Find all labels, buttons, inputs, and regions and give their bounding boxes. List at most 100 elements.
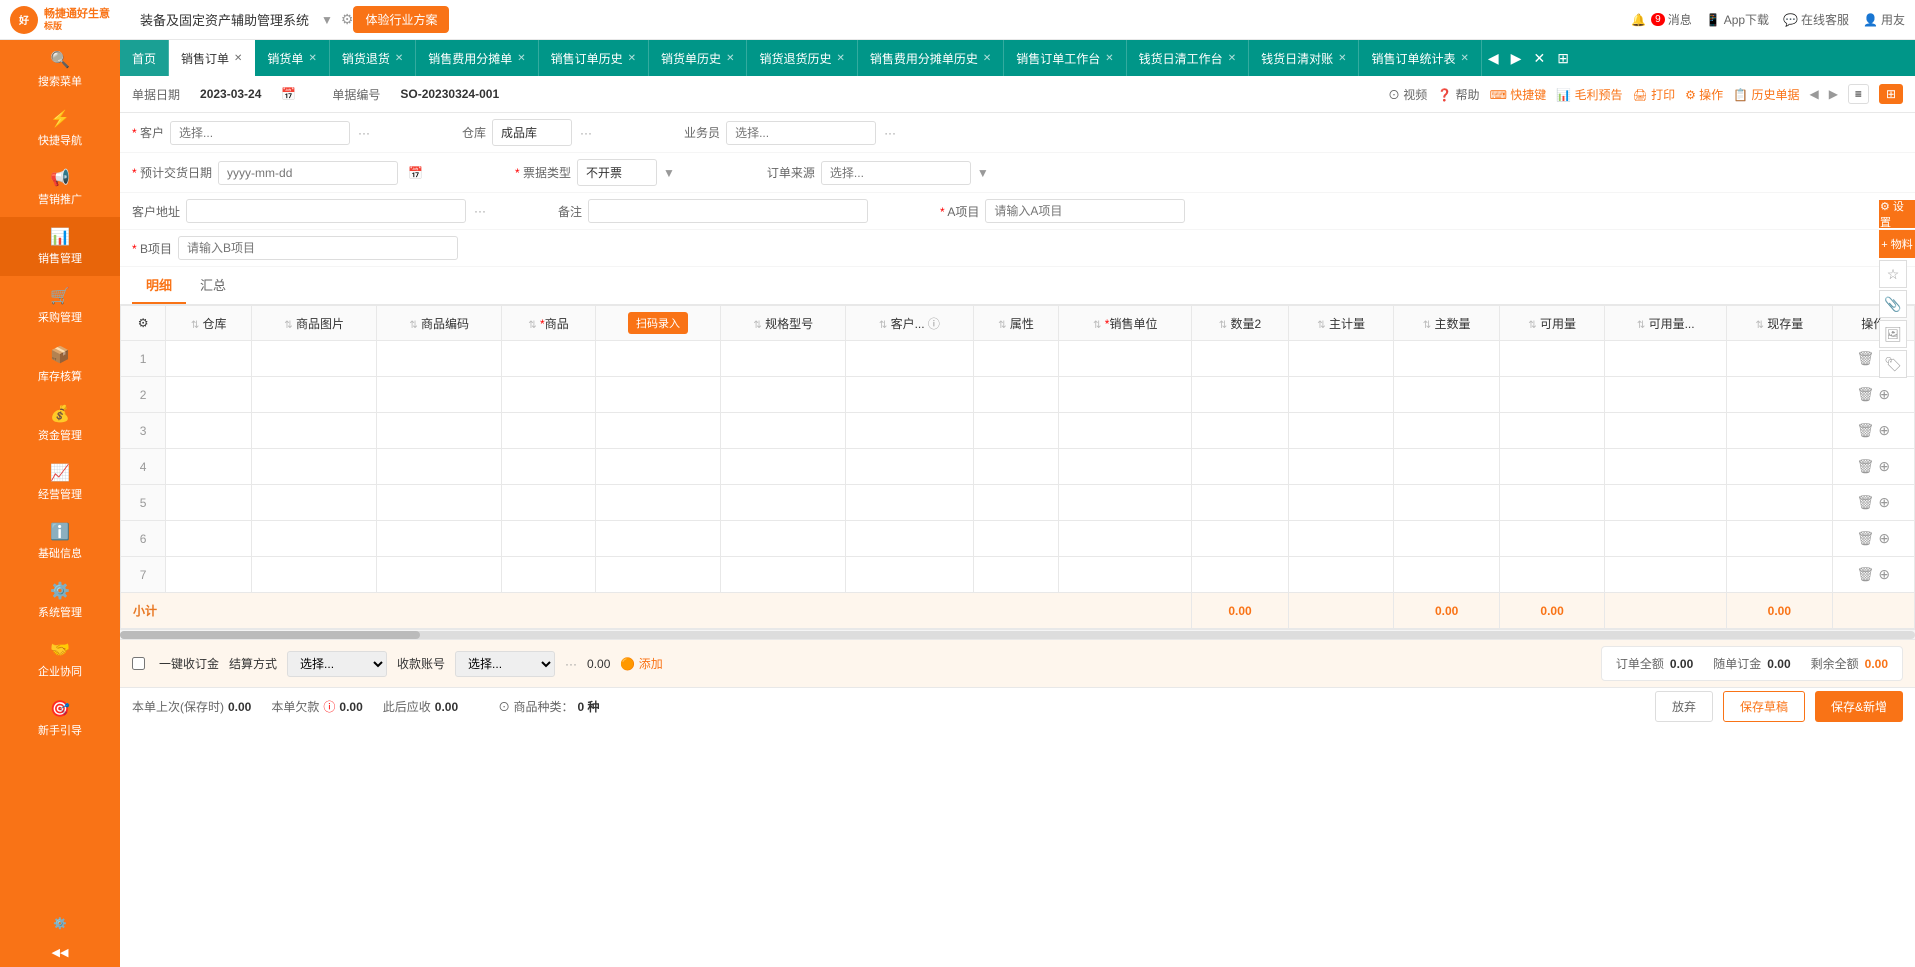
row2-available2[interactable] [1605,377,1727,413]
tab-cash-account[interactable]: 钱货日清对账 ✕ [1249,40,1359,76]
order-source-dropdown-icon[interactable]: ▼ [977,166,989,180]
user-avatar[interactable]: 👤 用友 [1863,11,1905,28]
th-stock[interactable]: ⇅ 现存量 [1727,306,1832,341]
sidebar-item-finance[interactable]: 💰 资金管理 [0,394,120,453]
row2-image[interactable] [252,377,377,413]
row7-delete-icon[interactable]: 🗑 [1857,566,1875,583]
row1-qty2[interactable] [1192,341,1289,377]
row6-delete-icon[interactable]: 🗑 [1857,530,1875,547]
online-service-link[interactable]: 💬 在线客服 [1783,11,1849,28]
settings-icon[interactable]: ⚙ [341,11,354,28]
settings-float-btn[interactable]: ⚙ 设置 [1879,200,1915,228]
tab-summary[interactable]: 汇总 [186,267,240,304]
help-action[interactable]: ❓ 帮助 [1437,86,1479,103]
list-view-btn[interactable]: ≡ [1848,84,1869,104]
row5-copy-icon[interactable]: ⊕ [1878,494,1890,511]
history-action[interactable]: 📋 历史单据 [1733,86,1799,103]
system-dropdown-icon[interactable]: ▼ [321,13,333,27]
img-float-btn[interactable]: 🖼 [1879,320,1907,348]
shortcut-action[interactable]: ⌨ 快捷键 [1490,86,1547,103]
row1-image[interactable] [252,341,377,377]
row2-attr[interactable] [973,377,1059,413]
address-ellipsis-btn[interactable]: ··· [474,204,486,218]
save-new-btn[interactable]: 保存&新增 [1815,691,1903,722]
sidebar-item-cooperation[interactable]: 🤝 企业协同 [0,630,120,689]
delivery-date-input[interactable] [218,161,398,185]
order-source-input[interactable] [821,161,971,185]
row2-unit[interactable] [1059,377,1192,413]
invoice-dropdown-icon[interactable]: ▼ [663,166,675,180]
row6-copy-icon[interactable]: ⊕ [1878,530,1890,547]
scroll-bar[interactable] [120,629,1915,639]
row1-stock[interactable] [1727,341,1832,377]
tab-cash-workbench[interactable]: 钱货日清工作台 ✕ [1127,40,1249,76]
row2-warehouse[interactable] [166,377,252,413]
th-main-unit[interactable]: ⇅ 主计量 [1288,306,1393,341]
agent-input[interactable] [726,121,876,145]
tab-sales-fee[interactable]: 销售费用分摊单 ✕ [416,40,538,76]
th-available[interactable]: ⇅ 可用量 [1499,306,1604,341]
row1-available2[interactable] [1605,341,1727,377]
th-qty2[interactable]: ⇅ 数量2 [1192,306,1289,341]
row2-code[interactable] [377,377,502,413]
row1-customer-code[interactable] [846,341,973,377]
sidebar-item-nav[interactable]: ⚡ 快捷导航 [0,99,120,158]
material-float-btn[interactable]: + 物料 [1879,230,1915,258]
sidebar-item-purchase[interactable]: 🛒 采购管理 [0,276,120,335]
row7-copy-icon[interactable]: ⊕ [1878,566,1890,583]
profit-action[interactable]: 📊 毛利预告 [1556,86,1622,103]
th-settings[interactable]: ⚙ [121,306,166,341]
th-attr[interactable]: ⇅ 属性 [973,306,1059,341]
address-input[interactable] [186,199,466,223]
account-ellipsis[interactable]: ··· [565,657,577,671]
customer-input[interactable] [170,121,350,145]
settlement-select[interactable]: 选择... [287,651,387,677]
print-action[interactable]: 🖨 打印 [1633,86,1676,103]
th-code[interactable]: ⇅ 商品编码 [377,306,502,341]
view-action[interactable]: ⊙ 视频 [1388,86,1427,103]
agent-ellipsis-btn[interactable]: ··· [884,126,896,140]
app-download-link[interactable]: 📱 App下载 [1706,11,1769,28]
tab-fee-history[interactable]: 销售费用分摊单历史 ✕ [858,40,1004,76]
tab-home[interactable]: 首页 [120,40,169,76]
sidebar-item-basic[interactable]: ℹ️ 基础信息 [0,512,120,571]
row1-code[interactable] [377,341,502,377]
row3-delete-icon[interactable]: 🗑 [1857,422,1875,439]
row5-delete-icon[interactable]: 🗑 [1857,494,1875,511]
scan-btn[interactable]: 扫码录入 [628,312,688,334]
row2-stock[interactable] [1727,377,1832,413]
tab-sales-note-history[interactable]: 销货单历史 ✕ [649,40,747,76]
row1-main-qty[interactable] [1394,341,1499,377]
form-view-btn[interactable]: ⊞ [1879,84,1903,104]
delivery-calendar-icon[interactable]: 📅 [408,166,423,180]
th-available2[interactable]: ⇅ 可用量... [1605,306,1727,341]
row1-attr[interactable] [973,341,1059,377]
sidebar-collapse[interactable]: ◀◀ [0,938,120,967]
row1-warehouse[interactable] [166,341,252,377]
a-project-input[interactable] [985,199,1185,223]
tab-sales-return[interactable]: 销货退货 ✕ [330,40,416,76]
row1-spec[interactable] [721,341,846,377]
sidebar-settings[interactable]: ⚙️ [0,909,120,938]
add-btn[interactable]: 🟠 添加 [620,655,662,672]
payment-checkbox[interactable] [132,657,145,670]
row2-available[interactable] [1499,377,1604,413]
sidebar-item-sales[interactable]: 📊 销售管理 [0,217,120,276]
tab-close-all-btn[interactable]: ✕ [1527,50,1551,67]
tab-next-btn[interactable]: ▶ [1505,50,1528,67]
warehouse-ellipsis-btn[interactable]: ··· [580,126,592,140]
tab-sales-note[interactable]: 销货单 ✕ [255,40,329,76]
row1-product[interactable] [502,341,596,377]
row1-available[interactable] [1499,341,1604,377]
sidebar-item-guide[interactable]: 🎯 新手引导 [0,689,120,748]
tab-order-workbench[interactable]: 销售订单工作台 ✕ [1004,40,1126,76]
row3-copy-icon[interactable]: ⊕ [1878,422,1890,439]
sidebar-item-management[interactable]: 📈 经营管理 [0,453,120,512]
nav-prev-btn[interactable]: ◀ [1809,87,1818,101]
tab-sales-order-history[interactable]: 销售订单历史 ✕ [539,40,649,76]
row1-main-unit[interactable] [1288,341,1393,377]
tab-prev-btn[interactable]: ◀ [1482,50,1505,67]
row1-delete-icon[interactable]: 🗑 [1857,350,1875,367]
clip-float-btn[interactable]: 📎 [1879,290,1907,318]
row2-qty2[interactable] [1192,377,1289,413]
